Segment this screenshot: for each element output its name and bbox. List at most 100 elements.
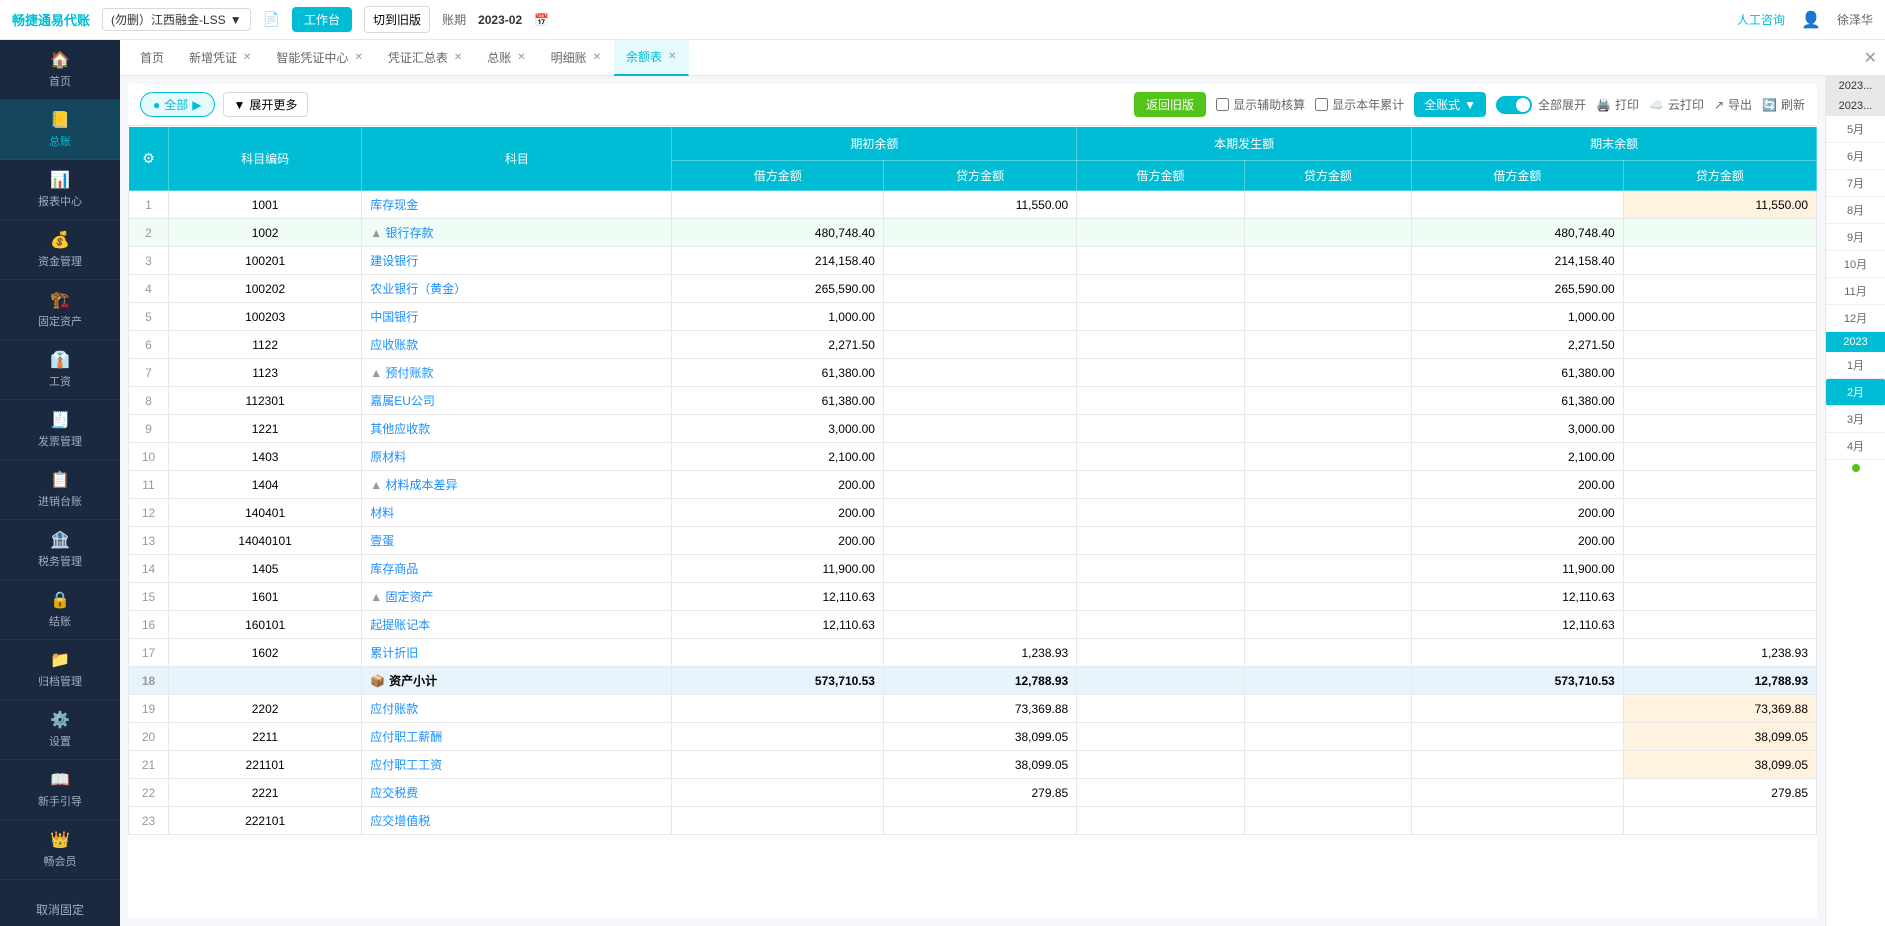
row-name[interactable]: 应付职工薪酬: [362, 723, 672, 751]
row-name[interactable]: 累计折旧: [362, 639, 672, 667]
tab-bar-close-button[interactable]: ✕: [1864, 48, 1877, 68]
row-name[interactable]: 原材料: [362, 443, 672, 471]
row-name[interactable]: 库存现金: [362, 191, 672, 219]
switch-track[interactable]: [1496, 96, 1532, 114]
show-ytd-input[interactable]: [1315, 98, 1328, 111]
consult-link[interactable]: 人工咨询: [1737, 11, 1785, 28]
expand-more-button[interactable]: ▼ 展开更多: [223, 92, 309, 117]
show-ytd-checkbox[interactable]: 显示本年累计: [1315, 96, 1404, 113]
account-name-link[interactable]: 预付账款: [385, 366, 433, 380]
sidebar-item-tax[interactable]: 🏦 税务管理: [0, 520, 120, 580]
tab-general-ledger[interactable]: 总账 ✕: [475, 40, 538, 76]
account-name-link[interactable]: 库存现金: [370, 198, 418, 212]
date-year-prev[interactable]: 2023...: [1826, 76, 1885, 96]
export-button[interactable]: ↗ 导出: [1714, 96, 1752, 113]
cloud-print-button[interactable]: ☁️ 云打印: [1649, 96, 1704, 113]
print-button[interactable]: 🖨️ 打印: [1596, 96, 1639, 113]
date-month-6[interactable]: 6月: [1826, 143, 1885, 170]
account-name-link[interactable]: 固定资产: [385, 590, 433, 604]
account-name-link[interactable]: 库存商品: [370, 562, 418, 576]
date-month-11[interactable]: 11月: [1826, 278, 1885, 305]
row-name[interactable]: 农业银行（黄金）: [362, 275, 672, 303]
date-month-1[interactable]: 1月: [1826, 352, 1885, 379]
sidebar-item-ledger[interactable]: 📒 总账: [0, 100, 120, 160]
account-name-link[interactable]: 累计折旧: [370, 646, 418, 660]
tab-detail-ledger[interactable]: 明细账 ✕: [539, 40, 614, 76]
sidebar-item-sales[interactable]: 📋 进销台账: [0, 460, 120, 520]
row-name[interactable]: 应交增值税: [362, 807, 672, 835]
account-name-link[interactable]: 应交增值税: [370, 814, 430, 828]
row-name[interactable]: 库存商品: [362, 555, 672, 583]
row-name[interactable]: 壹蛋: [362, 527, 672, 555]
date-month-12[interactable]: 12月: [1826, 305, 1885, 332]
account-name-link[interactable]: 壹蛋: [370, 534, 394, 548]
account-name-link[interactable]: 农业银行（黄金）: [370, 282, 466, 296]
sidebar-item-settings[interactable]: ⚙️ 设置: [0, 700, 120, 760]
row-name[interactable]: ▲ 银行存款: [362, 219, 672, 247]
account-name-link[interactable]: 其他应收款: [370, 422, 430, 436]
row-name[interactable]: 起提账记本: [362, 611, 672, 639]
tab-detail-ledger-close[interactable]: ✕: [593, 52, 601, 63]
account-name-link[interactable]: 应付账款: [370, 702, 418, 716]
date-month-7[interactable]: 7月: [1826, 170, 1885, 197]
sidebar-item-home[interactable]: 🏠 首页: [0, 40, 120, 100]
tab-balance-close[interactable]: ✕: [668, 51, 676, 62]
filter-all-button[interactable]: ● 全部 ▶: [140, 92, 215, 117]
tab-general-ledger-close[interactable]: ✕: [517, 52, 525, 63]
show-aux-input[interactable]: [1216, 98, 1229, 111]
tab-smart-voucher[interactable]: 智能凭证中心 ✕: [264, 40, 375, 76]
sidebar-item-close[interactable]: 🔒 结账: [0, 580, 120, 640]
date-month-2[interactable]: 2月: [1826, 379, 1885, 406]
workbench-button[interactable]: 工作台: [292, 7, 352, 32]
row-name[interactable]: ▲ 固定资产: [362, 583, 672, 611]
row-name[interactable]: 应交税费: [362, 779, 672, 807]
tab-smart-voucher-close[interactable]: ✕: [354, 52, 362, 63]
sidebar-item-payroll[interactable]: 👔 工资: [0, 340, 120, 400]
date-year-2023[interactable]: 2023: [1826, 332, 1885, 352]
account-name-link[interactable]: 应收账款: [370, 338, 418, 352]
row-name[interactable]: ▲ 材料成本差异: [362, 471, 672, 499]
account-name-link[interactable]: 应付职工薪酬: [370, 730, 442, 744]
refresh-button[interactable]: 🔄 刷新: [1762, 96, 1805, 113]
tab-new-voucher-close[interactable]: ✕: [243, 52, 251, 63]
account-name-link[interactable]: 应付职工工资: [370, 758, 442, 772]
company-selector[interactable]: (勿删）江西融金-LSS ▼: [102, 8, 251, 31]
sidebar-item-reports[interactable]: 📊 报表中心: [0, 160, 120, 220]
sidebar-footer[interactable]: 取消固定: [0, 893, 120, 926]
sidebar-item-guide[interactable]: 📖 新手引导: [0, 760, 120, 820]
tab-new-voucher[interactable]: 新增凭证 ✕: [177, 40, 264, 76]
date-month-10[interactable]: 10月: [1826, 251, 1885, 278]
tab-voucher-summary[interactable]: 凭证汇总表 ✕: [376, 40, 475, 76]
row-name[interactable]: 材料: [362, 499, 672, 527]
account-name-link[interactable]: 银行存款: [385, 226, 433, 240]
switch-version-button[interactable]: 切到旧版: [364, 6, 430, 33]
account-name-link[interactable]: 应交税费: [370, 786, 418, 800]
sidebar-item-funds[interactable]: 💰 资金管理: [0, 220, 120, 280]
account-name-link[interactable]: 材料: [370, 506, 394, 520]
row-name[interactable]: 应收账款: [362, 331, 672, 359]
date-month-3[interactable]: 3月: [1826, 406, 1885, 433]
tab-voucher-summary-close[interactable]: ✕: [454, 52, 462, 63]
account-name-link[interactable]: 建设银行: [370, 254, 418, 268]
account-name-link[interactable]: 中国银行: [370, 310, 418, 324]
account-name-link[interactable]: 嘉属EU公司: [370, 394, 435, 408]
sidebar-item-archive[interactable]: 📁 归档管理: [0, 640, 120, 700]
row-name[interactable]: 建设银行: [362, 247, 672, 275]
sidebar-item-assets[interactable]: 🏗️ 固定资产: [0, 280, 120, 340]
date-month-4[interactable]: 4月: [1826, 433, 1885, 460]
row-name[interactable]: ▲ 预付账款: [362, 359, 672, 387]
full-mode-button[interactable]: 全账式 ▼: [1414, 92, 1486, 117]
account-name-link[interactable]: 原材料: [370, 450, 406, 464]
return-old-version-button[interactable]: 返回旧版: [1134, 92, 1206, 117]
show-aux-checkbox[interactable]: 显示辅助核算: [1216, 96, 1305, 113]
row-name[interactable]: 应付职工工资: [362, 751, 672, 779]
account-name-link[interactable]: 起提账记本: [370, 618, 430, 632]
row-name[interactable]: 嘉属EU公司: [362, 387, 672, 415]
sidebar-item-member[interactable]: 👑 畅会员: [0, 820, 120, 880]
balance-table-container[interactable]: ⚙ 科目编码 科目 期初余额 本期发生额 期末余额 借方金额 贷方金额 借方金额: [128, 126, 1817, 918]
row-name[interactable]: 📦资产小计: [362, 667, 672, 695]
tab-home[interactable]: 首页: [128, 40, 177, 76]
tab-balance[interactable]: 余额表 ✕: [614, 40, 689, 76]
date-month-8[interactable]: 8月: [1826, 197, 1885, 224]
account-name-link[interactable]: 材料成本差异: [385, 478, 457, 492]
